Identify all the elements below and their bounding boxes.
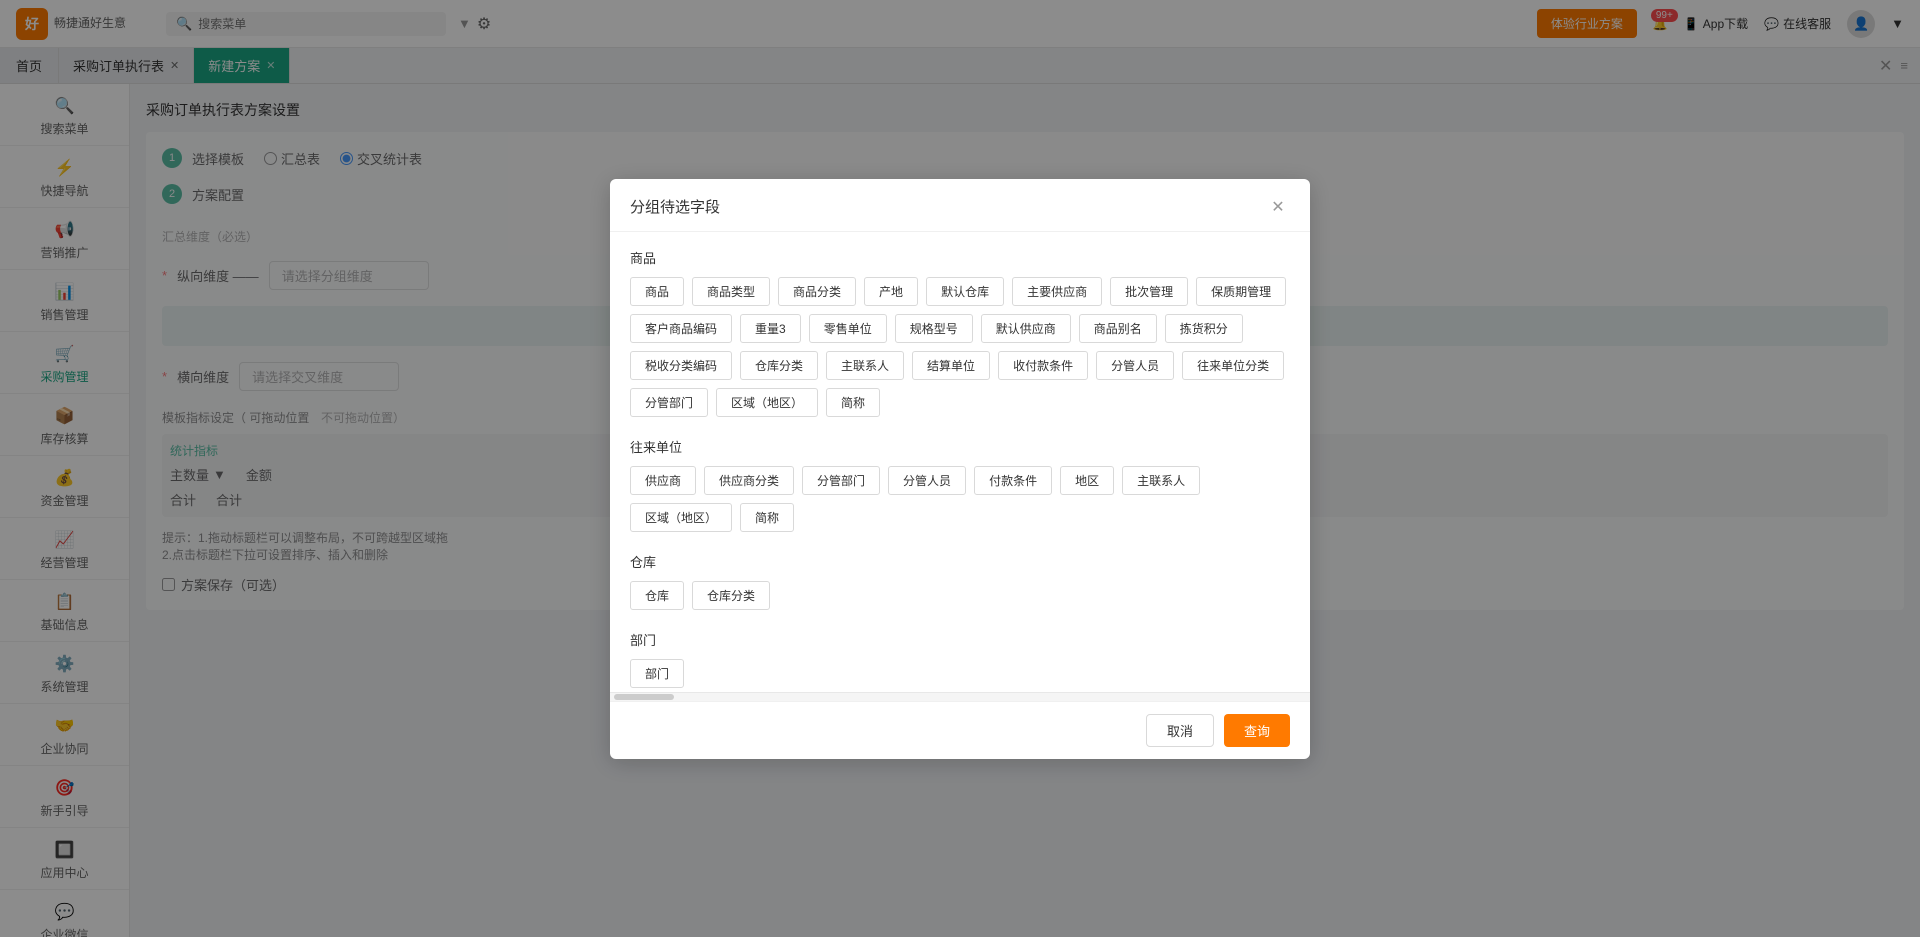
modal-overlay: 分组待选字段 ✕ 商品 商品 商品类型 商品分类 产地 默认仓库 主要供应商 批… [0,0,1920,937]
modal-body: 商品 商品 商品类型 商品分类 产地 默认仓库 主要供应商 批次管理 保质期管理… [610,232,1310,693]
field-tag-counterpart-dept[interactable]: 分管部门 [802,466,880,495]
section-counterpart-title: 往来单位 [630,437,1290,456]
field-tag-spec-model[interactable]: 规格型号 [895,314,973,343]
field-tag-customer-code[interactable]: 客户商品编码 [630,314,732,343]
field-tag-main-supplier[interactable]: 主要供应商 [1012,277,1102,306]
field-tag-dept[interactable]: 分管部门 [630,388,708,417]
field-tag-supplier[interactable]: 供应商 [630,466,696,495]
field-select-modal: 分组待选字段 ✕ 商品 商品 商品类型 商品分类 产地 默认仓库 主要供应商 批… [610,179,1310,759]
field-tag-payment-terms[interactable]: 收付款条件 [998,351,1088,380]
section-warehouse-title: 仓库 [630,552,1290,571]
modal-title: 分组待选字段 [630,196,720,217]
field-tag-default-supplier[interactable]: 默认供应商 [981,314,1071,343]
field-tag-retail-unit[interactable]: 零售单位 [809,314,887,343]
field-tag-supplier-category[interactable]: 供应商分类 [704,466,794,495]
field-tag-counterpart-supervisor[interactable]: 分管人员 [888,466,966,495]
field-tag-warehouse[interactable]: 仓库 [630,581,684,610]
modal-hscrollbar-thumb [614,694,674,700]
field-tag-tax-code[interactable]: 税收分类编码 [630,351,732,380]
section-department: 部门 部门 [630,630,1290,688]
field-tag-main-contact[interactable]: 主联系人 [826,351,904,380]
field-tag-origin[interactable]: 产地 [864,277,918,306]
modal-header: 分组待选字段 ✕ [610,179,1310,232]
field-tag-batch-mgmt[interactable]: 批次管理 [1110,277,1188,306]
field-tag-pick-points[interactable]: 拣货积分 [1165,314,1243,343]
section-counterpart-tags: 供应商 供应商分类 分管部门 分管人员 付款条件 地区 主联系人 区域（地区） … [630,466,1290,532]
modal-close-button[interactable]: ✕ [1266,195,1290,219]
section-department-title: 部门 [630,630,1290,649]
field-tag-main-contact2[interactable]: 主联系人 [1122,466,1200,495]
field-tag-goods-category[interactable]: 商品分类 [778,277,856,306]
field-tag-warehouse-cat[interactable]: 仓库分类 [692,581,770,610]
field-tag-goods-alias[interactable]: 商品别名 [1079,314,1157,343]
field-tag-short-name2[interactable]: 简称 [740,503,794,532]
cancel-button[interactable]: 取消 [1146,714,1214,747]
field-tag-region[interactable]: 区域（地区） [716,388,818,417]
field-tag-region2[interactable]: 区域（地区） [630,503,732,532]
field-tag-supervisor[interactable]: 分管人员 [1096,351,1174,380]
field-tag-warehouse-category[interactable]: 仓库分类 [740,351,818,380]
section-goods: 商品 商品 商品类型 商品分类 产地 默认仓库 主要供应商 批次管理 保质期管理… [630,248,1290,417]
section-warehouse: 仓库 仓库 仓库分类 [630,552,1290,610]
field-tag-weight3[interactable]: 重量3 [740,314,801,343]
section-department-tags: 部门 [630,659,1290,688]
section-goods-title: 商品 [630,248,1290,267]
field-tag-short-name[interactable]: 简称 [826,388,880,417]
field-tag-settlement-unit[interactable]: 结算单位 [912,351,990,380]
section-counterpart: 往来单位 供应商 供应商分类 分管部门 分管人员 付款条件 地区 主联系人 区域… [630,437,1290,532]
field-tag-department[interactable]: 部门 [630,659,684,688]
field-tag-goods[interactable]: 商品 [630,277,684,306]
field-tag-shelf-life[interactable]: 保质期管理 [1196,277,1286,306]
confirm-button[interactable]: 查询 [1224,714,1290,747]
field-tag-area[interactable]: 地区 [1060,466,1114,495]
field-tag-counterpart-category[interactable]: 往来单位分类 [1182,351,1284,380]
field-tag-goods-type[interactable]: 商品类型 [692,277,770,306]
modal-footer: 取消 查询 [610,701,1310,759]
field-tag-default-warehouse[interactable]: 默认仓库 [926,277,1004,306]
section-goods-tags: 商品 商品类型 商品分类 产地 默认仓库 主要供应商 批次管理 保质期管理 客户… [630,277,1290,417]
field-tag-payment-cond[interactable]: 付款条件 [974,466,1052,495]
modal-hscrollbar[interactable] [610,692,1310,700]
section-warehouse-tags: 仓库 仓库分类 [630,581,1290,610]
